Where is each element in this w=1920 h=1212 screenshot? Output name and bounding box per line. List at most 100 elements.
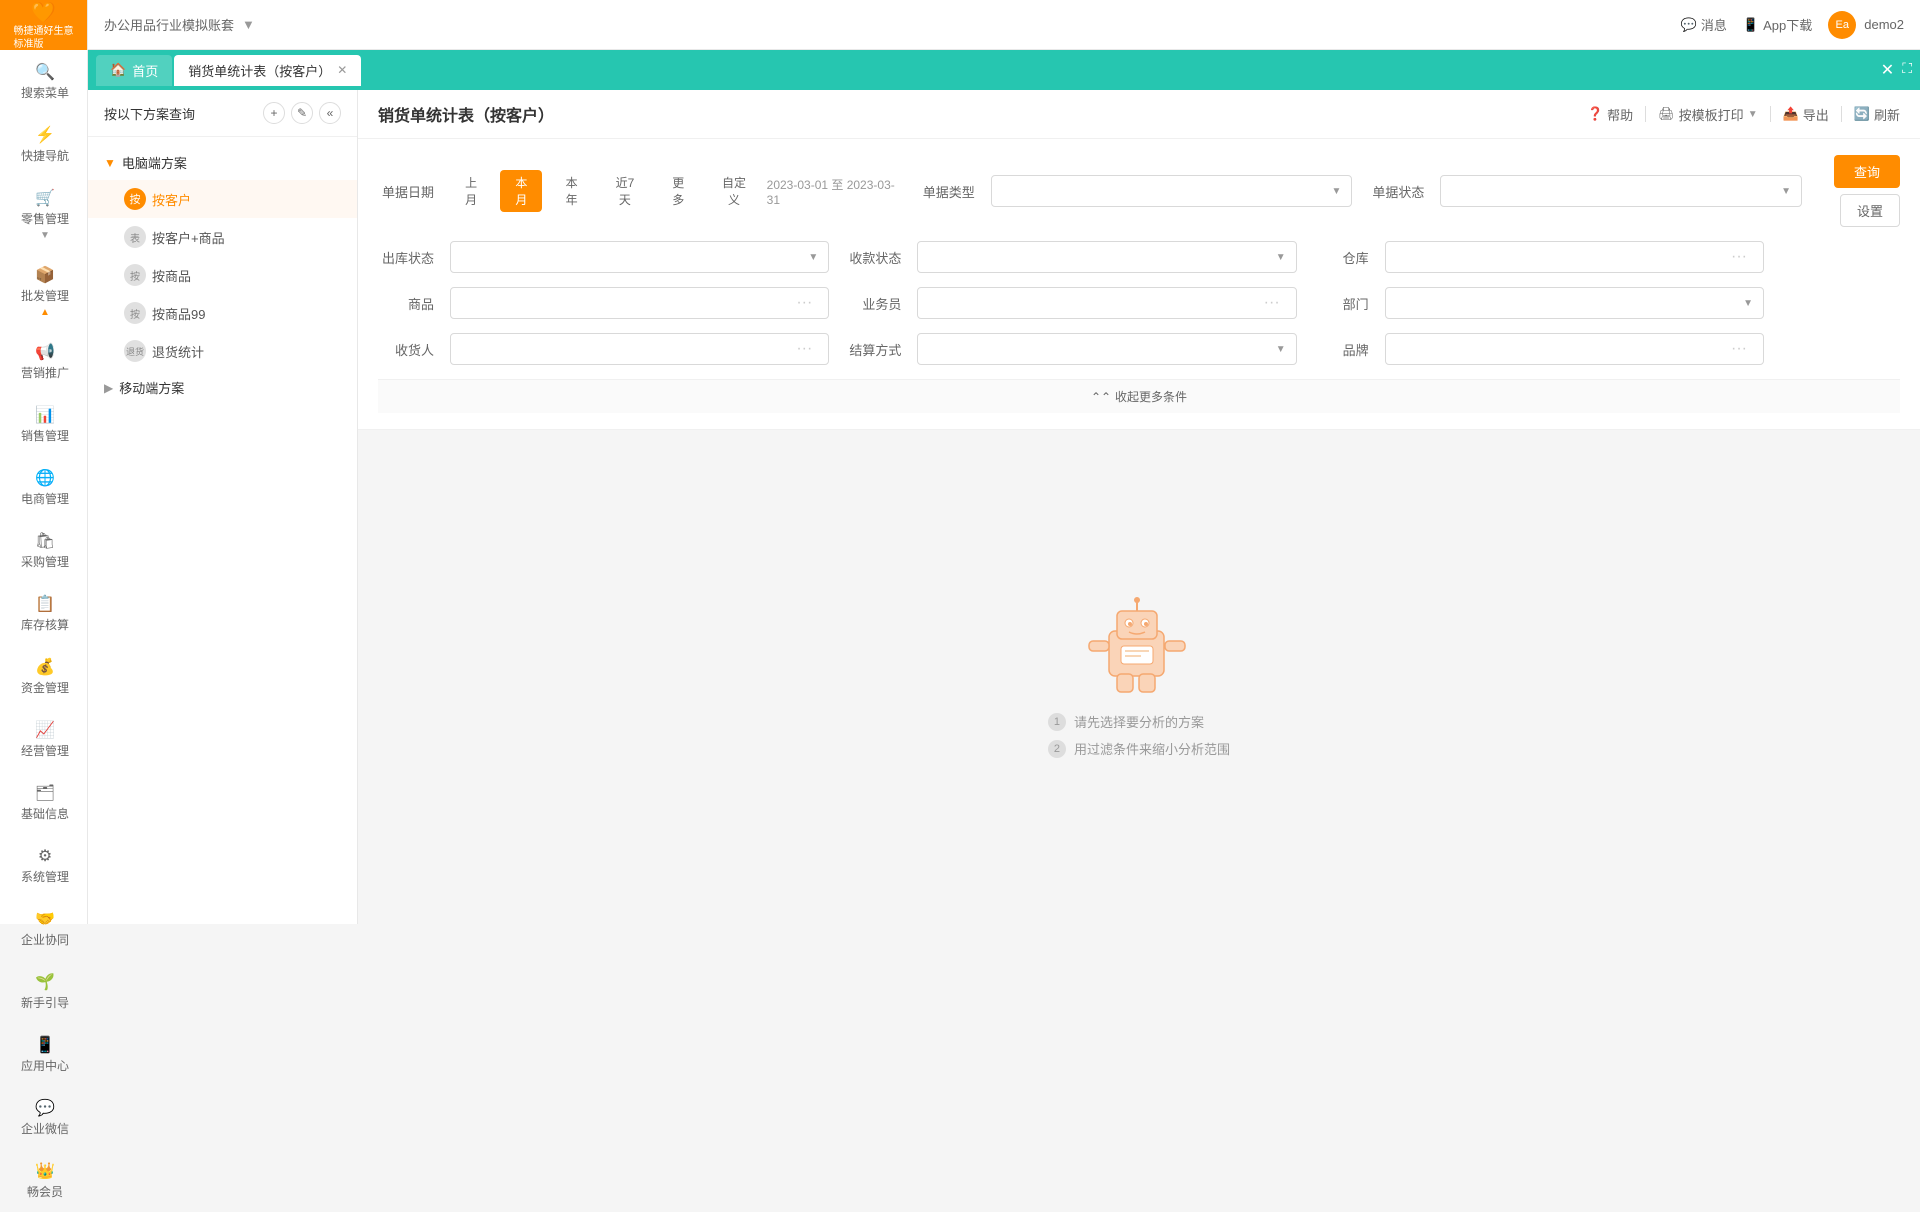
sidebar-item-ecommerce[interactable]: 🌐 电商管理: [0, 456, 87, 519]
sidebar-item-newbie[interactable]: 🌱 新手引导: [0, 960, 87, 1023]
logo[interactable]: 🧡 畅捷通好生意 标准版: [0, 0, 87, 50]
add-scheme-btn[interactable]: +: [263, 102, 285, 124]
edit-scheme-btn[interactable]: ✎: [291, 102, 313, 124]
hint-item-1: 1 请先选择要分析的方案: [1048, 712, 1230, 731]
print-btn[interactable]: 🖨 按模板打印 ▼: [1658, 105, 1757, 124]
mobile-section-header[interactable]: ▶ 移动端方案: [88, 370, 357, 405]
filter-row-3: 商品 ··· 业务员 ··· 部门 ▼: [378, 287, 1900, 319]
order-type-select[interactable]: ▼: [991, 175, 1353, 207]
more-btn[interactable]: 更多: [657, 170, 699, 212]
warehouse-dots-icon[interactable]: ···: [1731, 248, 1753, 266]
sidebar-item-marketing[interactable]: 📢 营销推广: [0, 330, 87, 393]
empty-state: 1 请先选择要分析的方案 2 用过滤条件来缩小分析范围: [1048, 596, 1230, 758]
department-select[interactable]: ▼: [1385, 287, 1764, 319]
message-btn[interactable]: 💬 消息: [1681, 15, 1727, 34]
brand-dots-icon[interactable]: ···: [1731, 340, 1753, 358]
tab-bar: 🏠 首页 销货单统计表（按客户） ✕ ✕ ⛶: [88, 50, 1920, 90]
scheme-by-goods[interactable]: 按 按商品: [88, 256, 357, 294]
download-icon: 📱: [1743, 17, 1759, 33]
last-month-btn[interactable]: 上月: [450, 170, 492, 212]
scheme-by-goods-99[interactable]: 按 按商品99: [88, 294, 357, 332]
this-year-btn[interactable]: 本年: [550, 170, 592, 212]
return-stat-icon: 退货: [124, 340, 146, 362]
settlement-dropdown-icon: ▼: [1276, 344, 1286, 355]
by-customer-label: 按客户: [152, 190, 191, 209]
home-icon: 🏠: [110, 62, 126, 78]
sidebar-item-appstore[interactable]: 📱 应用中心: [0, 1023, 87, 1086]
divider-1: [1645, 106, 1646, 122]
right-panel: 销货单统计表（按客户） ❓ 帮助 🖨 按模板打印 ▼ 📤: [358, 90, 1920, 924]
sidebar-item-retail[interactable]: 🛒 零售管理 ▼: [0, 176, 87, 253]
tab-close-icon[interactable]: ✕: [337, 63, 347, 77]
this-month-btn[interactable]: 本月: [500, 170, 542, 212]
order-status-select[interactable]: ▼: [1440, 175, 1802, 207]
receiver-dots-icon[interactable]: ···: [796, 340, 818, 358]
sidebar-item-system[interactable]: ⚙ 系统管理: [0, 834, 87, 897]
settlement-select[interactable]: ▼: [917, 333, 1296, 365]
mobile-arrow-icon: ▶: [104, 381, 113, 395]
department-label: 部门: [1313, 294, 1369, 313]
tab-home[interactable]: 🏠 首页: [96, 55, 172, 86]
out-status-select[interactable]: ▼: [450, 241, 829, 273]
by-customer-goods-label: 按客户+商品: [152, 228, 225, 247]
content-area: 1 请先选择要分析的方案 2 用过滤条件来缩小分析范围: [358, 430, 1920, 924]
username-label: demo2: [1864, 17, 1904, 32]
app-download-btn[interactable]: 📱 App下载: [1743, 15, 1812, 34]
date-filter: 上月 本月 本年 近7天 更多 自定义 2023-03-01 至 2023-03…: [450, 170, 903, 212]
collapse-bar[interactable]: ⌃⌃ 收起更多条件: [378, 379, 1900, 413]
by-goods-99-icon: 按: [124, 302, 146, 324]
user-area[interactable]: Ea demo2: [1828, 11, 1904, 39]
left-panel-title: 按以下方案查询: [104, 104, 195, 123]
sidebar-item-enterprise[interactable]: 🤝 企业协同: [0, 897, 87, 960]
quick-nav-icon: ⚡: [7, 125, 83, 145]
custom-btn[interactable]: 自定义: [707, 170, 760, 212]
sidebar-item-finance[interactable]: 💰 资金管理: [0, 645, 87, 708]
sidebar-item-inventory[interactable]: 📋 库存核算: [0, 582, 87, 645]
sidebar-item-sales[interactable]: 📊 销售管理: [0, 393, 87, 456]
system-icon: ⚙: [7, 846, 83, 866]
sidebar-item-purchase[interactable]: 🛍 采购管理: [0, 519, 87, 582]
close-window-icon[interactable]: ✕: [1881, 60, 1894, 80]
salesperson-dots-icon[interactable]: ···: [1264, 294, 1286, 312]
collapse-panel-btn[interactable]: «: [319, 102, 341, 124]
divider-3: [1841, 106, 1842, 122]
export-btn[interactable]: 📤 导出: [1783, 105, 1829, 124]
print-dropdown-arrow-icon: ▼: [1748, 109, 1758, 120]
refresh-btn[interactable]: 🔄 刷新: [1854, 105, 1900, 124]
salesperson-input[interactable]: ···: [917, 287, 1296, 319]
scheme-by-customer[interactable]: 按 按客户: [88, 180, 357, 218]
sidebar-item-quick-nav[interactable]: ⚡ 快捷导航: [0, 113, 87, 176]
help-btn[interactable]: ❓ 帮助: [1587, 105, 1633, 124]
goods-dots-icon[interactable]: ···: [796, 294, 818, 312]
scheme-by-customer-goods[interactable]: 表 按客户+商品: [88, 218, 357, 256]
receiver-input[interactable]: ···: [450, 333, 829, 365]
help-icon: ❓: [1587, 106, 1603, 122]
sidebar-item-wechat[interactable]: 💬 企业微信: [0, 1086, 87, 1149]
sidebar-item-wholesale[interactable]: 📦 批发管理 ▲: [0, 253, 87, 330]
tab-sales-stat[interactable]: 销货单统计表（按客户） ✕: [174, 55, 361, 86]
salesperson-label: 业务员: [845, 294, 901, 313]
desktop-section-header[interactable]: ▼ 电脑端方案: [88, 145, 357, 180]
purchase-icon: 🛍: [7, 531, 83, 551]
left-panel: 按以下方案查询 + ✎ « ▼ 电脑端方案 按 按客户: [88, 90, 358, 924]
brand-input[interactable]: ···: [1385, 333, 1764, 365]
sidebar-item-search-menu[interactable]: 🔍 搜索菜单: [0, 50, 87, 113]
goods-input[interactable]: ···: [450, 287, 829, 319]
refresh-icon: 🔄: [1854, 106, 1870, 122]
print-icon: 🖨: [1658, 106, 1675, 122]
order-status-label: 单据状态: [1368, 182, 1424, 201]
sidebar-item-operations[interactable]: 📈 经营管理: [0, 708, 87, 771]
query-button[interactable]: 查询: [1834, 155, 1900, 188]
scheme-tree: ▼ 电脑端方案 按 按客户 表 按客户+商品 按 按商品: [88, 137, 357, 413]
scheme-return-stat[interactable]: 退货 退货统计: [88, 332, 357, 370]
receipt-status-select[interactable]: ▼: [917, 241, 1296, 273]
last-7-days-btn[interactable]: 近7天: [601, 170, 649, 212]
sidebar-item-basic[interactable]: 🗂 基础信息: [0, 771, 87, 834]
settings-button[interactable]: 设置: [1840, 194, 1900, 227]
warehouse-label: 仓库: [1313, 248, 1369, 267]
warehouse-input[interactable]: ···: [1385, 241, 1764, 273]
sidebar-item-member[interactable]: 👑 畅会员: [0, 1149, 87, 1212]
maximize-icon[interactable]: ⛶: [1902, 60, 1912, 80]
dropdown-arrow-icon[interactable]: ▼: [242, 17, 255, 32]
filter-area: 单据日期 上月 本月 本年 近7天 更多 自定义 2023-03-01 至 20…: [358, 139, 1920, 430]
